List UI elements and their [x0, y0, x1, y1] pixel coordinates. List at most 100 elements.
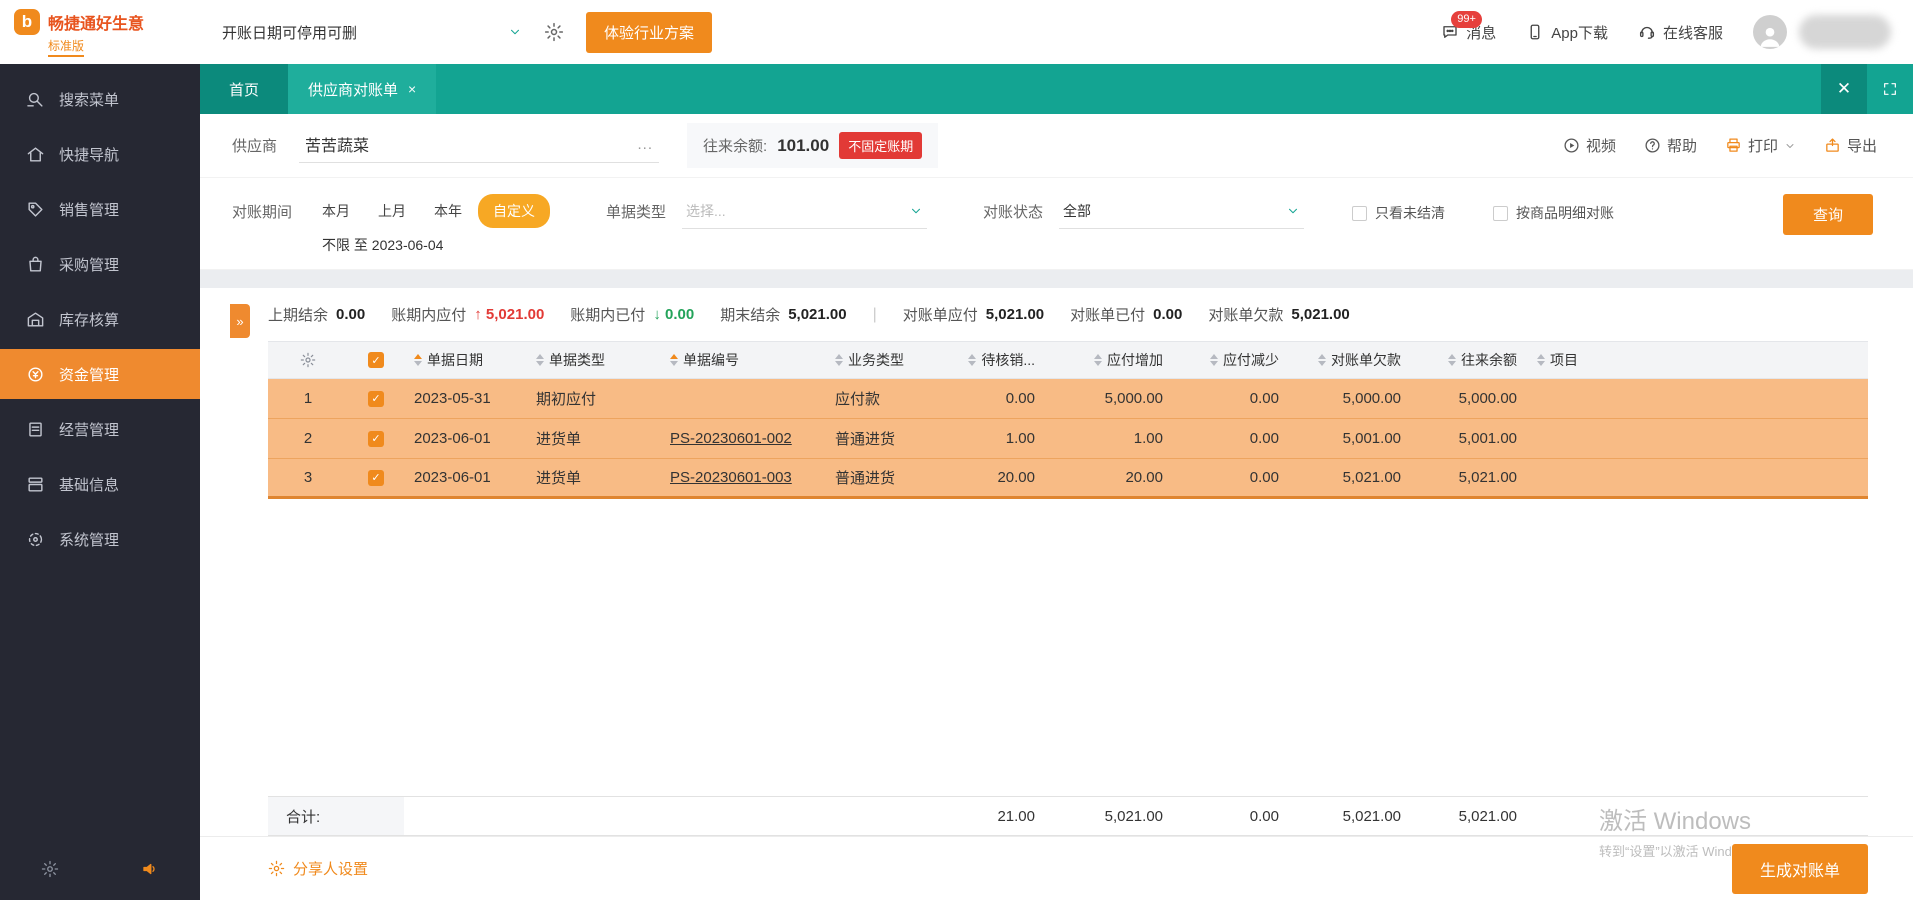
share-settings-button[interactable]: 分享人设置 — [268, 858, 368, 879]
sidebar-item-label: 快捷导航 — [59, 146, 120, 164]
table-row[interactable]: 3 ✓ 2023-06-01 进货单 PS-20230601-003 普通进货 … — [268, 459, 1868, 499]
period-last-month-button[interactable]: 上月 — [366, 194, 418, 228]
gear-icon — [268, 860, 285, 877]
messages-button[interactable]: 99+ 消息 — [1441, 10, 1496, 43]
close-all-tabs-icon[interactable]: ✕ — [1821, 64, 1867, 114]
app-download-button[interactable]: App下载 — [1526, 22, 1608, 43]
doc-type-label: 单据类型 — [606, 204, 667, 221]
cell-balance: 5,021.00 — [1458, 469, 1517, 486]
sort-icon[interactable] — [835, 354, 843, 366]
account-date-dropdown[interactable]: 开账日期可停用可删 — [222, 22, 522, 43]
sidebar-item-sales[interactable]: 销售管理 — [0, 184, 200, 234]
sidebar-item-inventory[interactable]: 库存核算 — [0, 294, 200, 344]
doc-no-link[interactable]: PS-20230601-003 — [670, 469, 792, 486]
summary-item: 上期结余 0.00 — [268, 304, 365, 325]
header-payable-decrease[interactable]: 应付减少 — [1173, 342, 1289, 378]
row-checkbox[interactable]: ✓ — [368, 430, 384, 447]
cell-balance: 5,000.00 — [1458, 390, 1517, 407]
period-custom-button[interactable]: 自定义 — [478, 194, 551, 228]
export-button[interactable]: 导出 — [1824, 135, 1877, 156]
summary-label: 对账单已付 — [1070, 307, 1146, 324]
select-all-checkbox[interactable]: ✓ — [368, 352, 384, 368]
tab-label: 供应商对账单 — [308, 81, 399, 99]
fullscreen-icon[interactable] — [1867, 64, 1913, 114]
sort-icon[interactable] — [536, 354, 544, 366]
doc-no-link[interactable]: PS-20230601-002 — [670, 430, 792, 447]
export-label: 导出 — [1846, 138, 1877, 155]
cell-decrease: 0.00 — [1249, 390, 1279, 407]
sort-icon[interactable] — [1318, 354, 1326, 366]
header-doc-date[interactable]: 单据日期 — [404, 342, 526, 378]
header-doc-type[interactable]: 单据类型 — [526, 342, 660, 378]
video-button[interactable]: 视频 — [1563, 135, 1616, 156]
cell-doc-type: 进货单 — [536, 431, 582, 448]
table-header-row: ✓ 单据日期 单据类型 单据编号 业务类型 待核销... 应付增加 应付减少 对… — [268, 341, 1868, 379]
table-row[interactable]: 1 ✓ 2023-05-31 期初应付 应付款 0.00 5,000.00 0.… — [268, 379, 1868, 419]
sort-icon[interactable] — [968, 354, 977, 366]
header-pending[interactable]: 待核销... — [935, 342, 1045, 378]
section-divider — [200, 270, 1913, 288]
cell-doc-date: 2023-06-01 — [414, 469, 491, 486]
supplier-select[interactable]: 苦苦蔬菜 ... — [299, 128, 660, 163]
row-checkbox[interactable]: ✓ — [368, 469, 384, 486]
settings-gear-icon[interactable] — [41, 860, 59, 878]
collapse-panel-button[interactable]: » — [230, 304, 250, 338]
statement-table: ✓ 单据日期 单据类型 单据编号 业务类型 待核销... 应付增加 应付减少 对… — [268, 341, 1868, 499]
sort-icon[interactable] — [1210, 354, 1218, 366]
supplier-more-icon[interactable]: ... — [638, 136, 654, 153]
summary-item: 账期内已付 ↓ 0.00 — [570, 304, 694, 325]
gear-icon[interactable] — [544, 22, 564, 42]
summary-label: 对账单应付 — [902, 307, 978, 324]
generate-statement-button[interactable]: 生成对账单 — [1731, 843, 1868, 894]
cell-biz-type: 应付款 — [835, 391, 881, 408]
video-label: 视频 — [1585, 138, 1616, 155]
sidebar-item-business[interactable]: 经营管理 — [0, 404, 200, 454]
tab-supplier-statement[interactable]: 供应商对账单 × — [288, 64, 437, 114]
gear-icon[interactable] — [300, 352, 316, 368]
sidebar-item-quick-nav[interactable]: 快捷导航 — [0, 129, 200, 179]
summary-label: 期末结余 — [720, 307, 781, 324]
sidebar-item-system[interactable]: 系统管理 — [0, 514, 200, 564]
checkbox-icon[interactable] — [1352, 205, 1368, 221]
by-goods-checkbox[interactable]: 按商品明细对账 — [1493, 203, 1614, 223]
sort-icon[interactable] — [414, 354, 422, 366]
print-button[interactable]: 打印 — [1725, 135, 1796, 156]
cell-increase: 20.00 — [1125, 469, 1163, 486]
chevron-down-icon — [1286, 204, 1300, 218]
sidebar-item-funds[interactable]: 资金管理 — [0, 349, 200, 399]
speaker-icon[interactable] — [141, 860, 159, 878]
printer-icon — [1725, 137, 1742, 154]
sort-icon[interactable] — [670, 354, 678, 366]
header-statement-owed[interactable]: 对账单欠款 — [1289, 342, 1411, 378]
cell-owed: 5,001.00 — [1342, 430, 1401, 447]
table-row[interactable]: 2 ✓ 2023-06-01 进货单 PS-20230601-002 普通进货 … — [268, 419, 1868, 459]
doc-type-select[interactable]: 选择... — [682, 196, 928, 229]
cell-doc-date: 2023-06-01 — [414, 430, 491, 447]
tab-home[interactable]: 首页 — [200, 64, 288, 114]
header-biz-type[interactable]: 业务类型 — [825, 342, 935, 378]
user-avatar[interactable] — [1753, 15, 1787, 49]
query-button[interactable]: 查询 — [1782, 194, 1873, 235]
checkbox-icon[interactable] — [1493, 205, 1509, 221]
sidebar-item-basic-info[interactable]: 基础信息 — [0, 459, 200, 509]
status-select[interactable]: 全部 — [1059, 196, 1305, 229]
row-number: 2 — [303, 430, 313, 447]
sort-icon[interactable] — [1537, 354, 1545, 366]
header-doc-no[interactable]: 单据编号 — [660, 342, 825, 378]
cell-project — [1527, 459, 1868, 496]
tab-close-icon[interactable]: × — [408, 81, 416, 97]
sort-icon[interactable] — [1094, 354, 1102, 366]
unsettled-checkbox[interactable]: 只看未结清 — [1352, 203, 1445, 223]
header-project[interactable]: 项目 — [1527, 342, 1868, 378]
header-payable-increase[interactable]: 应付增加 — [1045, 342, 1173, 378]
experience-solution-button[interactable]: 体验行业方案 — [586, 11, 713, 53]
period-this-month-button[interactable]: 本月 — [310, 194, 362, 228]
online-service-button[interactable]: 在线客服 — [1638, 22, 1723, 43]
period-this-year-button[interactable]: 本年 — [422, 194, 474, 228]
sidebar-item-purchase[interactable]: 采购管理 — [0, 239, 200, 289]
sidebar-item-search-menu[interactable]: 搜索菜单 — [0, 74, 200, 124]
sort-icon[interactable] — [1448, 354, 1456, 366]
row-checkbox[interactable]: ✓ — [368, 390, 384, 407]
header-running-balance[interactable]: 往来余额 — [1411, 342, 1527, 378]
help-button[interactable]: 帮助 — [1644, 135, 1697, 156]
